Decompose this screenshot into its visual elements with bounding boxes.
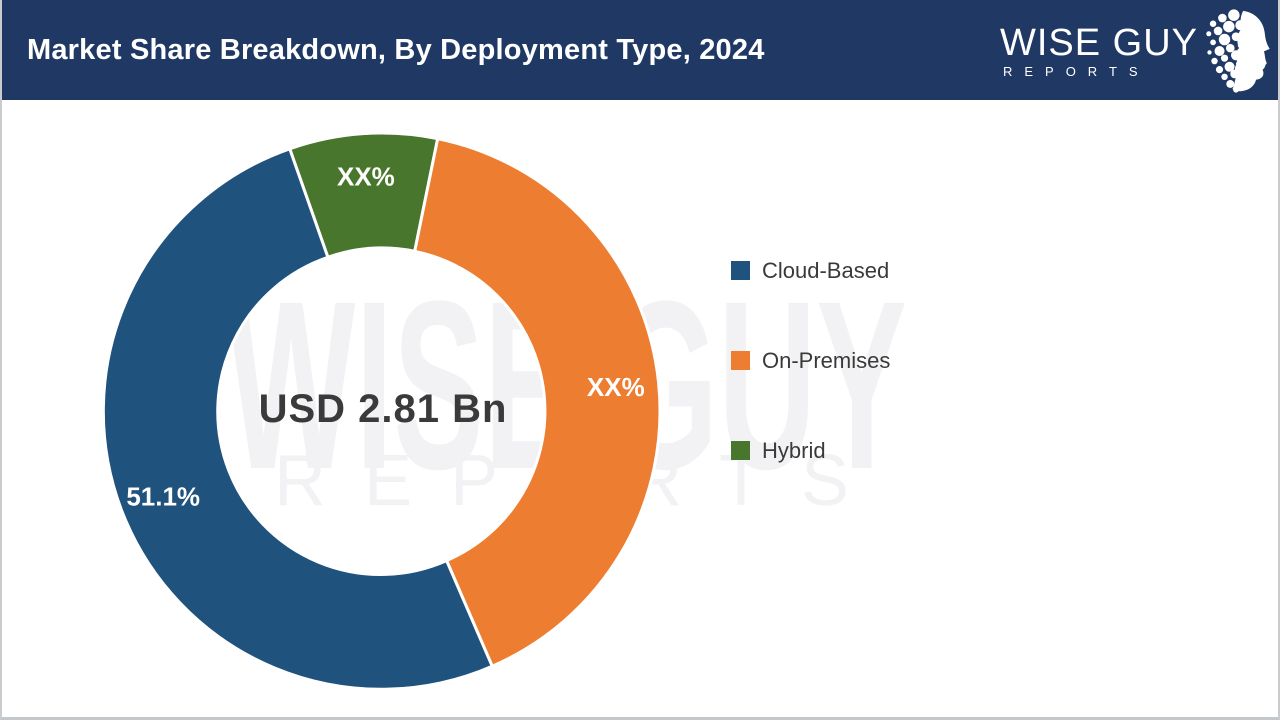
- legend-item-hybrid[interactable]: Hybrid: [731, 438, 890, 463]
- donut-chart: USD 2.81 Bn XX%XX%51.1%: [101, 131, 662, 691]
- legend-label: On-Premises: [762, 348, 891, 373]
- page: Market Share Breakdown, By Deployment Ty…: [0, 0, 1280, 720]
- legend-item-on-premises[interactable]: On-Premises: [731, 348, 890, 373]
- legend-label: Cloud-Based: [762, 258, 890, 283]
- chart-legend: Cloud-Based On-Premises Hybrid: [731, 258, 890, 463]
- legend-item-cloud-based[interactable]: Cloud-Based: [731, 258, 890, 283]
- chart-center-value: USD 2.81 Bn: [259, 387, 508, 431]
- legend-label: Hybrid: [762, 438, 826, 463]
- legend-swatch: [731, 261, 750, 280]
- legend-swatch: [731, 441, 750, 460]
- legend-swatch: [731, 351, 750, 370]
